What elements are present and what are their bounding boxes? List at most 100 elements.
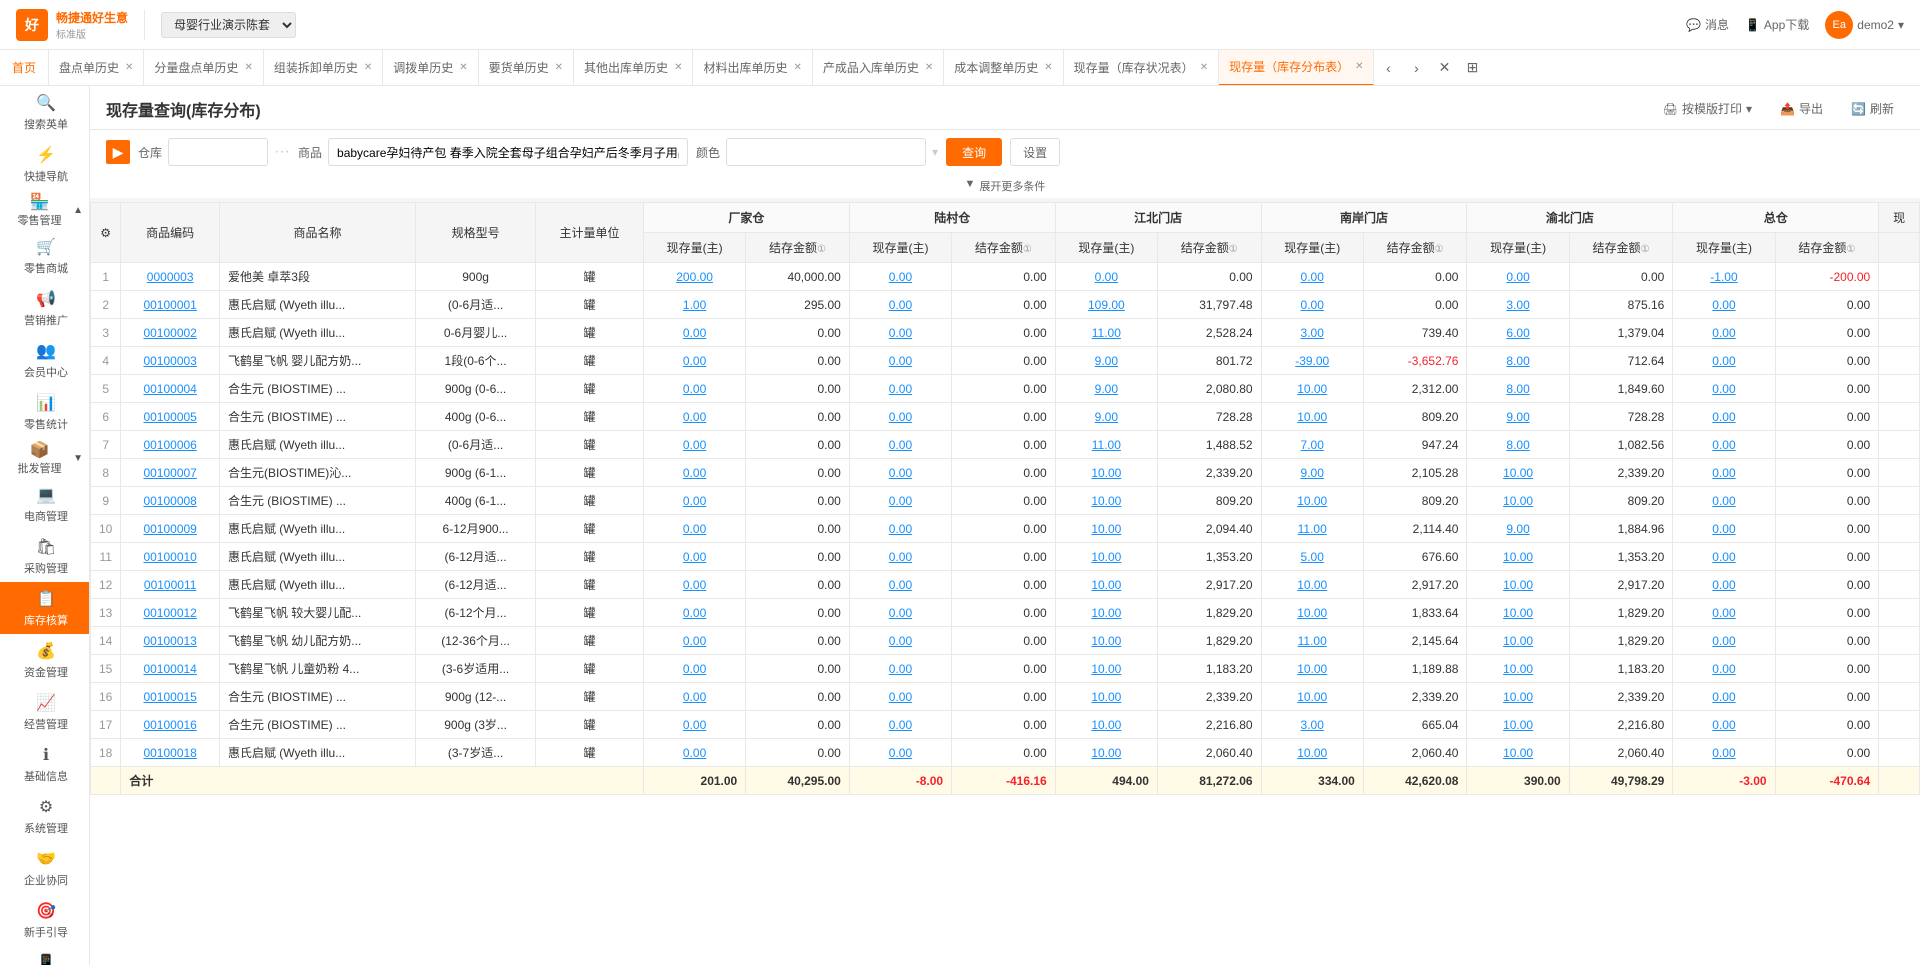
row-code[interactable]: 00100004 (121, 375, 220, 403)
row-code[interactable]: 00100005 (121, 403, 220, 431)
sidebar-item-ecommerce[interactable]: 💻 电商管理 (0, 478, 89, 530)
row-z-qty[interactable]: 0.00 (1673, 627, 1775, 655)
row-cj-qty[interactable]: 0.00 (643, 375, 745, 403)
row-code[interactable]: 00100016 (121, 711, 220, 739)
row-jb-qty[interactable]: 10.00 (1055, 655, 1157, 683)
row-lc-qty[interactable]: 0.00 (849, 515, 951, 543)
refresh-btn[interactable]: 🔄 刷新 (1841, 96, 1904, 121)
row-na-qty[interactable]: 10.00 (1261, 403, 1363, 431)
tab-11-active[interactable]: 现存量（库存分布表）✕ (1219, 50, 1374, 86)
tab-close-6[interactable]: ✕ (674, 62, 682, 73)
tab-close-1[interactable]: ✕ (125, 62, 133, 73)
tab-close-4[interactable]: ✕ (459, 62, 467, 73)
sidebar-item-member[interactable]: 👥 会员中心 (0, 334, 89, 386)
expand-more-btn[interactable]: ▼ 展开更多条件 (90, 174, 1920, 198)
row-z-qty[interactable]: 0.00 (1673, 599, 1775, 627)
row-code[interactable]: 0000003 (121, 263, 220, 291)
row-jb-qty[interactable]: 10.00 (1055, 599, 1157, 627)
row-code[interactable]: 00100008 (121, 487, 220, 515)
sidebar-item-wholesale[interactable]: 📦 批发管理 ▼ (0, 438, 89, 478)
row-z-qty[interactable]: 0.00 (1673, 347, 1775, 375)
tab-6[interactable]: 其他出库单历史 ✕ (574, 50, 693, 86)
row-jb-qty[interactable]: 10.00 (1055, 739, 1157, 767)
row-yb-qty[interactable]: 9.00 (1467, 403, 1569, 431)
sidebar-item-marketing[interactable]: 📢 营销推广 (0, 282, 89, 334)
tab-5[interactable]: 要货单历史 ✕ (479, 50, 574, 86)
sidebar-item-retail-mall[interactable]: 🛒 零售商城 (0, 230, 89, 282)
tab-9[interactable]: 成本调整单历史 ✕ (944, 50, 1063, 86)
sidebar-item-collab[interactable]: 🤝 企业协同 (0, 842, 89, 894)
row-na-qty[interactable]: 0.00 (1261, 291, 1363, 319)
row-z-qty[interactable]: 0.00 (1673, 515, 1775, 543)
row-code[interactable]: 00100009 (121, 515, 220, 543)
row-cj-qty[interactable]: 0.00 (643, 347, 745, 375)
row-na-qty[interactable]: 10.00 (1261, 599, 1363, 627)
tab-expand-btn[interactable]: ⊞ (1458, 50, 1486, 86)
row-yb-qty[interactable]: 10.00 (1467, 739, 1569, 767)
row-yb-qty[interactable]: 9.00 (1467, 515, 1569, 543)
row-jb-qty[interactable]: 109.00 (1055, 291, 1157, 319)
sidebar-item-retail-mgmt[interactable]: 🏪 零售管理 ▲ (0, 190, 89, 230)
row-yb-qty[interactable]: 10.00 (1467, 683, 1569, 711)
row-yb-qty[interactable]: 0.00 (1467, 263, 1569, 291)
row-jb-qty[interactable]: 10.00 (1055, 571, 1157, 599)
row-lc-qty[interactable]: 0.00 (849, 431, 951, 459)
row-yb-qty[interactable]: 10.00 (1467, 459, 1569, 487)
row-cj-qty[interactable]: 200.00 (643, 263, 745, 291)
sidebar-item-apps[interactable]: 📱 应用中心 (0, 946, 89, 965)
row-lc-qty[interactable]: 0.00 (849, 571, 951, 599)
row-code[interactable]: 00100012 (121, 599, 220, 627)
row-na-qty[interactable]: 5.00 (1261, 543, 1363, 571)
row-na-qty[interactable]: 0.00 (1261, 263, 1363, 291)
row-yb-qty[interactable]: 10.00 (1467, 571, 1569, 599)
row-z-qty[interactable]: 0.00 (1673, 543, 1775, 571)
row-cj-qty[interactable]: 0.00 (643, 655, 745, 683)
tab-10[interactable]: 现存量（库存状况表）✕ (1064, 50, 1219, 86)
row-jb-qty[interactable]: 10.00 (1055, 459, 1157, 487)
row-lc-qty[interactable]: 0.00 (849, 683, 951, 711)
sidebar-item-inventory[interactable]: 📋 库存核算 (0, 582, 89, 634)
search-expander-btn[interactable]: ▶ (106, 140, 130, 164)
row-cj-qty[interactable]: 0.00 (643, 515, 745, 543)
row-na-qty[interactable]: 11.00 (1261, 627, 1363, 655)
row-jb-qty[interactable]: 0.00 (1055, 263, 1157, 291)
row-jb-qty[interactable]: 10.00 (1055, 627, 1157, 655)
row-cj-qty[interactable]: 0.00 (643, 571, 745, 599)
row-z-qty[interactable]: 0.00 (1673, 571, 1775, 599)
tab-close-3[interactable]: ✕ (364, 62, 372, 73)
row-yb-qty[interactable]: 10.00 (1467, 487, 1569, 515)
row-cj-qty[interactable]: 0.00 (643, 431, 745, 459)
row-na-qty[interactable]: 3.00 (1261, 711, 1363, 739)
row-jb-qty[interactable]: 10.00 (1055, 487, 1157, 515)
row-lc-qty[interactable]: 0.00 (849, 543, 951, 571)
row-code[interactable]: 00100011 (121, 571, 220, 599)
row-yb-qty[interactable]: 10.00 (1467, 627, 1569, 655)
row-na-qty[interactable]: 10.00 (1261, 683, 1363, 711)
tab-close-all-btn[interactable]: ✕ (1430, 50, 1458, 86)
row-cj-qty[interactable]: 0.00 (643, 543, 745, 571)
sidebar-item-basic[interactable]: ℹ 基础信息 (0, 738, 89, 790)
row-z-qty[interactable]: 0.00 (1673, 431, 1775, 459)
tab-4[interactable]: 调拨单历史 ✕ (383, 50, 478, 86)
row-z-qty[interactable]: 0.00 (1673, 683, 1775, 711)
row-jb-qty[interactable]: 11.00 (1055, 431, 1157, 459)
row-cj-qty[interactable]: 0.00 (643, 683, 745, 711)
app-download-btn[interactable]: 📱 App下载 (1745, 16, 1809, 33)
row-code[interactable]: 00100002 (121, 319, 220, 347)
row-jb-qty[interactable]: 10.00 (1055, 711, 1157, 739)
row-code[interactable]: 00100001 (121, 291, 220, 319)
row-na-qty[interactable]: -39.00 (1261, 347, 1363, 375)
row-yb-qty[interactable]: 10.00 (1467, 711, 1569, 739)
row-z-qty[interactable]: 0.00 (1673, 739, 1775, 767)
row-cj-qty[interactable]: 0.00 (643, 403, 745, 431)
row-cj-qty[interactable]: 1.00 (643, 291, 745, 319)
message-btn[interactable]: 💬 消息 (1686, 16, 1729, 33)
export-btn[interactable]: 📤 导出 (1770, 96, 1833, 121)
sidebar-item-nav[interactable]: ⚡ 快捷导航 (0, 138, 89, 190)
color-input[interactable] (726, 138, 926, 166)
tab-close-7[interactable]: ✕ (793, 62, 801, 73)
row-jb-qty[interactable]: 9.00 (1055, 403, 1157, 431)
row-na-qty[interactable]: 10.00 (1261, 739, 1363, 767)
row-z-qty[interactable]: 0.00 (1673, 291, 1775, 319)
row-lc-qty[interactable]: 0.00 (849, 627, 951, 655)
